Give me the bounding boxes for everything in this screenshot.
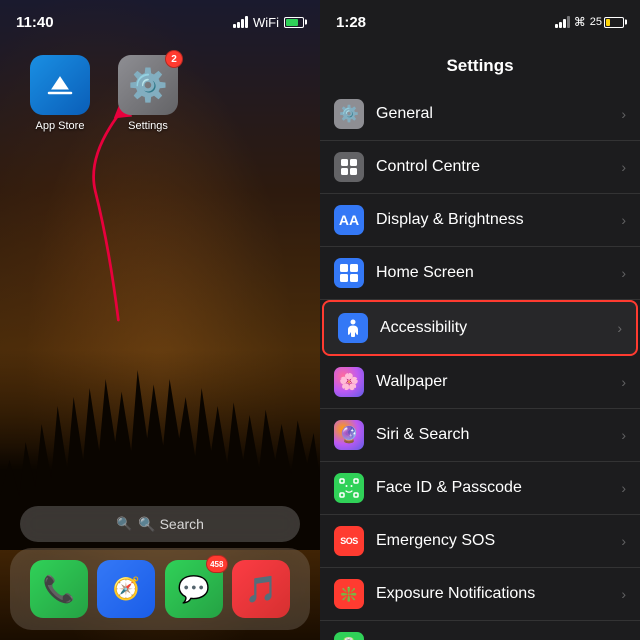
settings-status-bar: 1:28 ⌘ 25: [320, 0, 640, 44]
search-icon: 🔍: [116, 516, 132, 532]
battery-settings-icon: 🔋: [334, 632, 364, 640]
status-bar-left: 11:40 WiFi: [0, 0, 320, 44]
accessibility-label: Accessibility: [380, 319, 605, 337]
settings-status-icons: ⌘ 25: [555, 15, 624, 29]
general-chevron: ›: [621, 106, 626, 122]
display-label: Display & Brightness: [376, 211, 609, 229]
settings-item-control-centre[interactable]: Control Centre ›: [320, 141, 640, 194]
wallpaper-icon: 🌸: [334, 367, 364, 397]
dock-phone[interactable]: 📞: [30, 560, 88, 618]
battery-icon-left: [284, 17, 304, 28]
settings-title: Settings: [446, 56, 513, 76]
app-store-label: App Store: [36, 120, 85, 132]
battery-box: [604, 17, 624, 28]
accessibility-svg: [343, 318, 363, 338]
sos-label: Emergency SOS: [376, 532, 609, 550]
settings-time: 1:28: [336, 14, 366, 31]
control-svg: [340, 158, 358, 176]
settings-panel: 1:28 ⌘ 25 Settings ⚙️ General: [320, 0, 640, 640]
home-screen-icon: [334, 258, 364, 288]
home-screen: 11:40 WiFi App Store: [0, 0, 320, 640]
accessibility-icon: [338, 313, 368, 343]
settings-label: Settings: [128, 120, 168, 132]
messages-icon: 💬: [178, 574, 210, 605]
settings-item-exposure[interactable]: ❇️ Exposure Notifications ›: [320, 568, 640, 621]
phone-icon: 📞: [43, 574, 75, 605]
signal-icon: [233, 16, 248, 28]
settings-item-accessibility[interactable]: Accessibility ›: [322, 300, 638, 356]
dock-music[interactable]: 🎵: [232, 560, 290, 618]
home-screen-chevron: ›: [621, 265, 626, 281]
app-icons-row: App Store ⚙️ 2 Settings: [30, 55, 178, 132]
exposure-icon: ❇️: [334, 579, 364, 609]
settings-item-display[interactable]: AA Display & Brightness ›: [320, 194, 640, 247]
settings-gear-icon: ⚙️: [128, 66, 168, 104]
settings-item-sos[interactable]: SOS Emergency SOS ›: [320, 515, 640, 568]
music-icon: 🎵: [245, 574, 277, 605]
exposure-chevron: ›: [621, 586, 626, 602]
control-centre-chevron: ›: [621, 159, 626, 175]
control-centre-label: Control Centre: [376, 158, 609, 176]
siri-chevron: ›: [621, 427, 626, 443]
search-bar[interactable]: 🔍 🔍 Search: [20, 506, 300, 542]
display-icon: AA: [334, 205, 364, 235]
siri-icon: 🔮: [334, 420, 364, 450]
messages-badge: 458: [206, 555, 228, 573]
control-centre-icon: [334, 152, 364, 182]
settings-badge: 2: [165, 50, 183, 68]
settings-item-siri[interactable]: 🔮 Siri & Search ›: [320, 409, 640, 462]
app-store-svg: [44, 69, 76, 101]
wifi-icon: WiFi: [253, 15, 279, 30]
settings-item-battery[interactable]: 🔋 Battery ›: [320, 621, 640, 640]
accessibility-chevron: ›: [617, 320, 622, 336]
sos-chevron: ›: [621, 533, 626, 549]
home-svg: [339, 263, 359, 283]
sos-icon: SOS: [334, 526, 364, 556]
faceid-label: Face ID & Passcode: [376, 479, 609, 497]
dock-messages[interactable]: 💬 458: [165, 560, 223, 618]
settings-item-wallpaper[interactable]: 🌸 Wallpaper ›: [320, 356, 640, 409]
settings-app-icon[interactable]: ⚙️ 2: [118, 55, 178, 115]
wallpaper-chevron: ›: [621, 374, 626, 390]
settings-list: ⚙️ General › Control Centre › AA Display…: [320, 88, 640, 640]
settings-signal-icon: [555, 16, 570, 28]
settings-item-general[interactable]: ⚙️ General ›: [320, 88, 640, 141]
siri-label: Siri & Search: [376, 426, 609, 444]
general-icon: ⚙️: [334, 99, 364, 129]
wallpaper-label: Wallpaper: [376, 373, 609, 391]
safari-icon: 🧭: [113, 576, 140, 602]
display-chevron: ›: [621, 212, 626, 228]
time-left: 11:40: [16, 14, 54, 31]
search-text: 🔍 Search: [138, 516, 204, 533]
settings-wifi-icon: ⌘: [574, 15, 586, 29]
app-store-icon-wrapper[interactable]: App Store: [30, 55, 90, 132]
settings-icon-wrapper[interactable]: ⚙️ 2 Settings: [118, 55, 178, 132]
exposure-label: Exposure Notifications: [376, 585, 609, 603]
faceid-icon: [334, 473, 364, 503]
faceid-svg: [339, 478, 359, 498]
settings-battery: 25: [590, 16, 624, 28]
dock: 📞 🧭 💬 458 🎵: [10, 548, 310, 630]
status-icons-left: WiFi: [233, 15, 304, 30]
general-label: General: [376, 105, 609, 123]
settings-title-bar: Settings: [320, 44, 640, 88]
dock-safari[interactable]: 🧭: [97, 560, 155, 618]
settings-item-faceid[interactable]: Face ID & Passcode ›: [320, 462, 640, 515]
settings-item-home-screen[interactable]: Home Screen ›: [320, 247, 640, 300]
home-screen-label: Home Screen: [376, 264, 609, 282]
app-store-icon[interactable]: [30, 55, 90, 115]
faceid-chevron: ›: [621, 480, 626, 496]
